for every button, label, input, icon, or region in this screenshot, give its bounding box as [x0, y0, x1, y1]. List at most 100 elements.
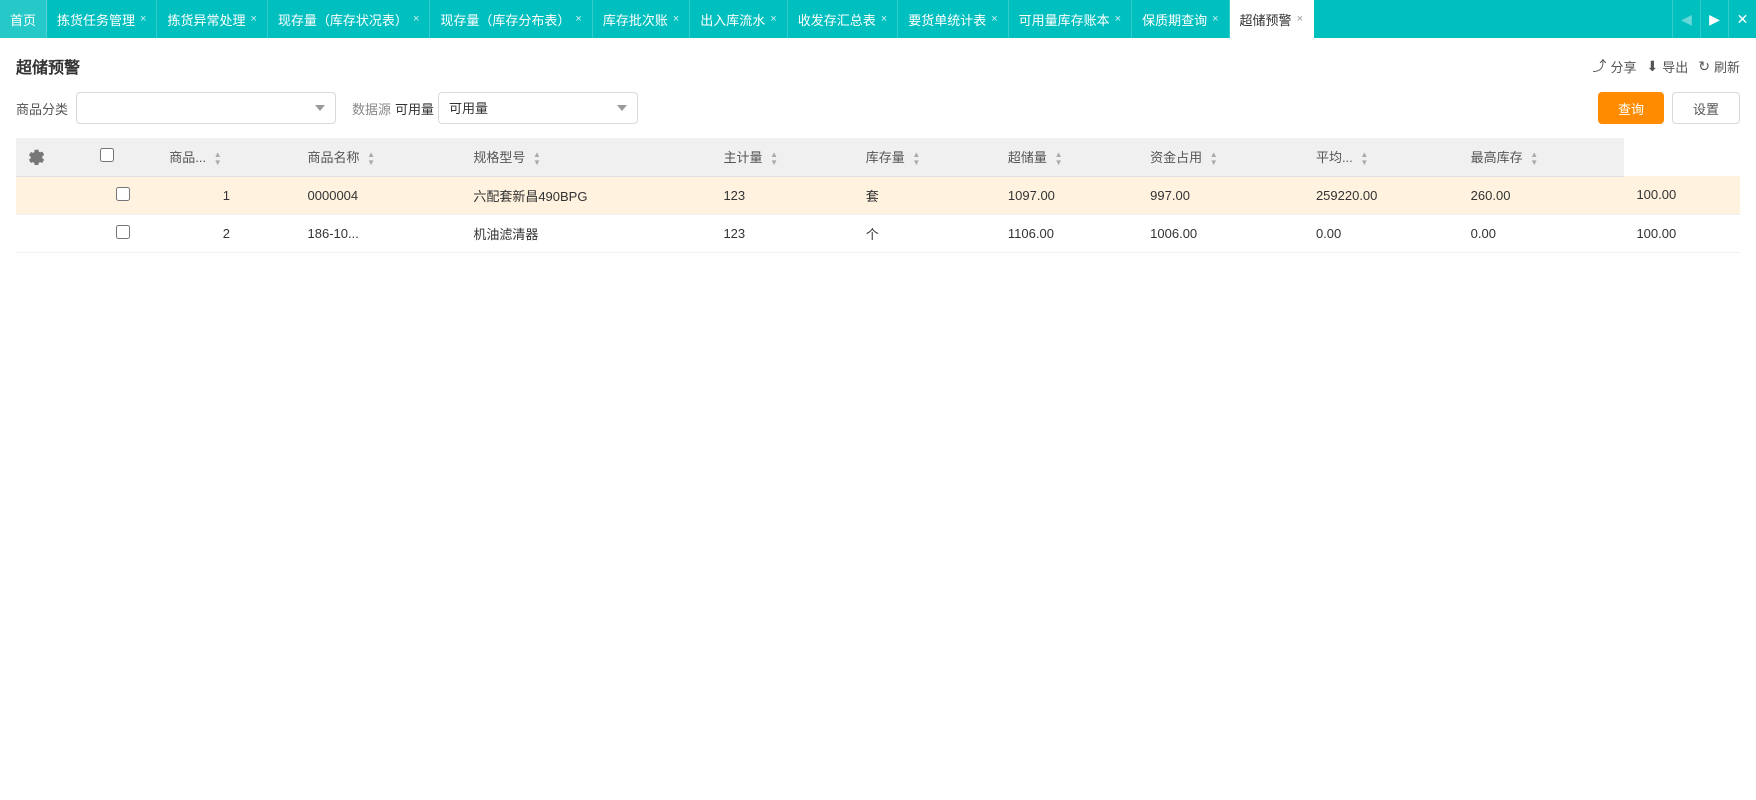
- cell-checkbox: [88, 176, 157, 214]
- export-button[interactable]: ⬇ 导出: [1647, 57, 1689, 76]
- cell-max-stock: 100.00: [1624, 214, 1740, 252]
- nav-item-overstock[interactable]: 超储预警 ×: [1230, 0, 1314, 38]
- gear-icon[interactable]: [28, 149, 44, 165]
- th-unit[interactable]: 主计量 ▲▼: [711, 138, 853, 176]
- th-max-stock[interactable]: 最高库存 ▲▼: [1459, 138, 1625, 176]
- th-overstock-label: 超储量: [1008, 150, 1047, 165]
- cell-gear: [16, 176, 88, 214]
- th-product-name-label: 商品名称: [308, 150, 360, 165]
- nav-item-batch[interactable]: 库存批次账 ×: [593, 0, 690, 38]
- cell-stock: 1097.00: [996, 176, 1138, 214]
- data-table: 商品... ▲▼ 商品名称 ▲▼ 规格型号 ▲▼ 主计量 ▲▼: [16, 138, 1740, 253]
- datasource-label: 数据源: [352, 99, 391, 118]
- page-title: 超储预警: [16, 54, 80, 78]
- th-product-code-label: 商品...: [169, 150, 206, 165]
- sort-icon-overstock: ▲▼: [1055, 151, 1063, 167]
- nav-item-order-stat[interactable]: 要货单统计表 ×: [898, 0, 1008, 38]
- category-select[interactable]: [76, 92, 336, 124]
- th-capital[interactable]: 资金占用 ▲▼: [1138, 138, 1304, 176]
- nav-close-order-stat[interactable]: ×: [991, 13, 997, 25]
- share-icon: ⤴: [1592, 56, 1606, 76]
- category-label: 商品分类: [16, 99, 68, 118]
- table-body: 10000004六配套新昌490BPG123套1097.00997.002592…: [16, 176, 1740, 252]
- page-actions: ⤴ 分享 ⬇ 导出 ↻ 刷新: [1592, 56, 1740, 76]
- cell-spec: 123: [711, 176, 853, 214]
- nav-arrow-close[interactable]: ✕: [1728, 0, 1756, 38]
- cell-product-name: 机油滤清器: [461, 214, 711, 252]
- th-product-code[interactable]: 商品... ▲▼: [157, 138, 295, 176]
- category-filter: 商品分类: [16, 92, 336, 124]
- datasource-select[interactable]: 可用量 库存量: [438, 92, 638, 124]
- th-checkbox: [88, 138, 157, 176]
- nav-close-abnormal[interactable]: ×: [250, 13, 256, 25]
- th-avg-label: 平均...: [1316, 150, 1353, 165]
- table-row: 10000004六配套新昌490BPG123套1097.00997.002592…: [16, 176, 1740, 214]
- nav-item-flow[interactable]: 出入库流水 ×: [690, 0, 787, 38]
- cell-unit: 套: [854, 176, 996, 214]
- datasource-value: 可用量: [395, 99, 434, 118]
- nav-item-available[interactable]: 可用量库存账本 ×: [1009, 0, 1132, 38]
- cell-gear: [16, 214, 88, 252]
- th-avg[interactable]: 平均... ▲▼: [1304, 138, 1459, 176]
- filter-bar: 商品分类 数据源 可用量 可用量 库存量 查询 设置: [16, 92, 1740, 124]
- share-button[interactable]: ⤴ 分享: [1592, 56, 1636, 76]
- sort-icon-spec: ▲▼: [533, 151, 541, 167]
- settings-button[interactable]: 设置: [1672, 92, 1740, 124]
- cell-stock: 1106.00: [996, 214, 1138, 252]
- nav-arrows: ◀ ▶ ✕: [1672, 0, 1756, 38]
- nav-item-stock-status[interactable]: 现存量（库存状况表） ×: [268, 0, 430, 38]
- cell-avg: 0.00: [1459, 214, 1625, 252]
- query-button[interactable]: 查询: [1598, 92, 1664, 124]
- row-select-checkbox[interactable]: [116, 225, 130, 239]
- nav-item-collect[interactable]: 收发存汇总表 ×: [788, 0, 898, 38]
- nav-close-expiry[interactable]: ×: [1212, 13, 1218, 25]
- th-max-stock-label: 最高库存: [1471, 150, 1523, 165]
- th-product-name[interactable]: 商品名称 ▲▼: [296, 138, 462, 176]
- th-stock[interactable]: 库存量 ▲▼: [854, 138, 996, 176]
- data-table-wrap: 商品... ▲▼ 商品名称 ▲▼ 规格型号 ▲▼ 主计量 ▲▼: [16, 138, 1740, 253]
- nav-close-batch[interactable]: ×: [673, 13, 679, 25]
- select-all-checkbox[interactable]: [100, 148, 114, 162]
- export-icon: ⬇: [1647, 58, 1659, 75]
- th-gear: [16, 138, 88, 176]
- cell-avg: 260.00: [1459, 176, 1625, 214]
- cell-unit: 个: [854, 214, 996, 252]
- refresh-icon: ↻: [1698, 58, 1710, 75]
- sort-icon-avg: ▲▼: [1360, 151, 1368, 167]
- nav-item-expiry[interactable]: 保质期查询 ×: [1132, 0, 1229, 38]
- nav-close-flow[interactable]: ×: [770, 13, 776, 25]
- refresh-button[interactable]: ↻ 刷新: [1698, 57, 1740, 76]
- table-row: 2186-10...机油滤清器123个1106.001006.000.000.0…: [16, 214, 1740, 252]
- th-capital-label: 资金占用: [1150, 150, 1202, 165]
- row-select-checkbox[interactable]: [116, 187, 130, 201]
- cell-overstock: 997.00: [1138, 176, 1304, 214]
- nav-close-overstock[interactable]: ×: [1297, 13, 1303, 25]
- nav-item-abnormal[interactable]: 拣货异常处理 ×: [157, 0, 267, 38]
- sort-icon-stock: ▲▼: [912, 151, 920, 167]
- cell-product-code: 186-10...: [296, 214, 462, 252]
- cell-spec: 123: [711, 214, 853, 252]
- cell-row-num: 2: [157, 214, 295, 252]
- cell-product-name: 六配套新昌490BPG: [461, 176, 711, 214]
- nav-arrow-right[interactable]: ▶: [1700, 0, 1728, 38]
- nav-close-task-mgmt[interactable]: ×: [140, 13, 146, 25]
- nav-arrow-left[interactable]: ◀: [1672, 0, 1700, 38]
- th-overstock[interactable]: 超储量 ▲▼: [996, 138, 1138, 176]
- top-nav: 首页拣货任务管理 ×拣货异常处理 ×现存量（库存状况表） ×现存量（库存分布表）…: [0, 0, 1756, 38]
- table-header-row: 商品... ▲▼ 商品名称 ▲▼ 规格型号 ▲▼ 主计量 ▲▼: [16, 138, 1740, 176]
- th-spec-label: 规格型号: [473, 150, 525, 165]
- nav-close-stock-status[interactable]: ×: [413, 13, 419, 25]
- nav-item-task-mgmt[interactable]: 拣货任务管理 ×: [47, 0, 157, 38]
- nav-item-home[interactable]: 首页: [0, 0, 47, 38]
- nav-item-stock-dist[interactable]: 现存量（库存分布表） ×: [430, 0, 592, 38]
- nav-close-available[interactable]: ×: [1115, 13, 1121, 25]
- sort-icon-product-name: ▲▼: [367, 151, 375, 167]
- page-container: 超储预警 ⤴ 分享 ⬇ 导出 ↻ 刷新 商品分类 数据源 可用量: [0, 38, 1756, 800]
- nav-close-stock-dist[interactable]: ×: [575, 13, 581, 25]
- th-spec[interactable]: 规格型号 ▲▼: [461, 138, 711, 176]
- sort-icon-unit: ▲▼: [770, 151, 778, 167]
- nav-close-collect[interactable]: ×: [881, 13, 887, 25]
- page-header: 超储预警 ⤴ 分享 ⬇ 导出 ↻ 刷新: [16, 54, 1740, 78]
- cell-row-num: 1: [157, 176, 295, 214]
- cell-capital: 0.00: [1304, 214, 1459, 252]
